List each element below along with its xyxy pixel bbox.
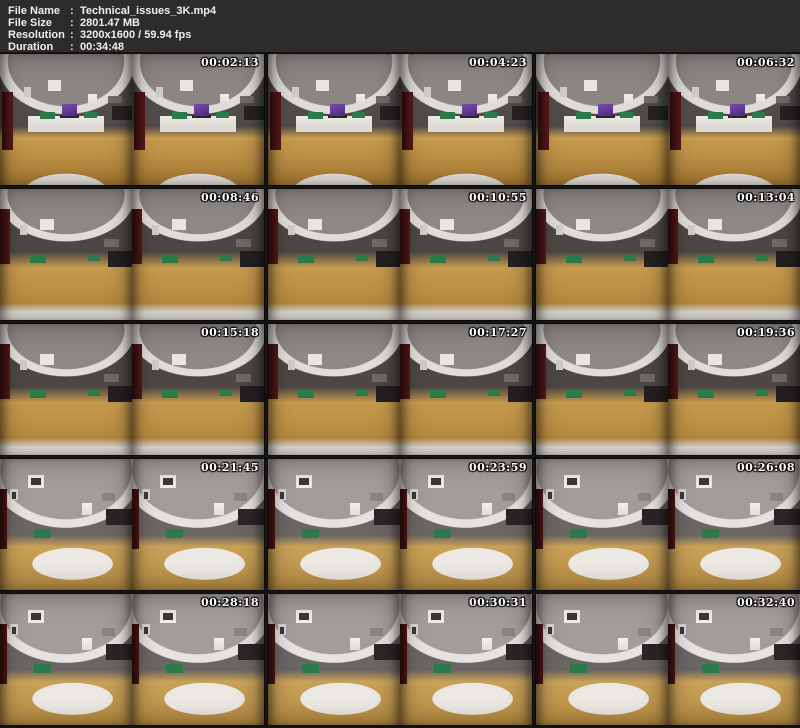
metadata-header: File Name:Technical_issues_3K.mp4 File S… (0, 0, 800, 52)
file-name-label: File Name (8, 5, 70, 17)
video-thumbnail-11: 00:23:59 (268, 459, 532, 590)
file-size-label: File Size (8, 17, 70, 29)
timestamp-overlay: 00:19:36 (737, 326, 795, 339)
stereo-eye-left (536, 594, 668, 725)
stereo-eye-right (668, 459, 800, 590)
duration-value: 00:34:48 (80, 41, 124, 53)
video-thumbnail-7: 00:15:18 (0, 324, 264, 455)
video-thumbnail-4: 00:08:46 (0, 189, 264, 320)
stereo-eye-right (668, 189, 800, 320)
timestamp-overlay: 00:13:04 (737, 191, 795, 204)
timestamp-overlay: 00:04:23 (469, 56, 527, 69)
stereo-eye-left (268, 324, 400, 455)
stereo-eye-right (132, 324, 264, 455)
video-thumbnail-10: 00:21:45 (0, 459, 264, 590)
stereo-eye-left (0, 594, 132, 725)
stereo-eye-left (0, 459, 132, 590)
file-size-row: File Size:2801.47 MB (8, 17, 800, 29)
thumbnail-grid: 00:02:13 00:04:23 00:06:32 00:08:46 00:1… (0, 54, 800, 725)
video-thumbnail-9: 00:19:36 (536, 324, 800, 455)
stereo-eye-left (268, 54, 400, 185)
stereo-eye-right (400, 189, 532, 320)
timestamp-overlay: 00:28:18 (201, 596, 259, 609)
stereo-eye-left (536, 54, 668, 185)
stereo-eye-left (0, 54, 132, 185)
timestamp-overlay: 00:08:46 (201, 191, 259, 204)
timestamp-overlay: 00:30:31 (469, 596, 527, 609)
resolution-label: Resolution (8, 29, 70, 41)
video-thumbnail-14: 00:30:31 (268, 594, 532, 725)
video-thumbnail-2: 00:04:23 (268, 54, 532, 185)
stereo-eye-right (132, 189, 264, 320)
file-size-value: 2801.47 MB (80, 17, 140, 29)
stereo-eye-right (132, 459, 264, 590)
file-name-value: Technical_issues_3K.mp4 (80, 5, 216, 17)
stereo-eye-left (536, 324, 668, 455)
timestamp-overlay: 00:26:08 (737, 461, 795, 474)
video-thumbnail-12: 00:26:08 (536, 459, 800, 590)
video-thumbnail-6: 00:13:04 (536, 189, 800, 320)
file-name-row: File Name:Technical_issues_3K.mp4 (8, 5, 800, 17)
stereo-eye-left (0, 189, 132, 320)
stereo-eye-left (268, 459, 400, 590)
stereo-eye-left (536, 189, 668, 320)
stereo-eye-right (400, 324, 532, 455)
separator: : (70, 29, 80, 41)
video-thumbnail-13: 00:28:18 (0, 594, 264, 725)
duration-label: Duration (8, 41, 70, 53)
stereo-eye-right (400, 54, 532, 185)
stereo-eye-right (400, 459, 532, 590)
resolution-row: Resolution:3200x1600 / 59.94 fps (8, 29, 800, 41)
stereo-eye-right (400, 594, 532, 725)
stereo-eye-right (668, 54, 800, 185)
stereo-eye-right (132, 54, 264, 185)
video-thumbnail-3: 00:06:32 (536, 54, 800, 185)
stereo-eye-left (536, 459, 668, 590)
stereo-eye-right (668, 594, 800, 725)
timestamp-overlay: 00:15:18 (201, 326, 259, 339)
resolution-value: 3200x1600 / 59.94 fps (80, 29, 191, 41)
timestamp-overlay: 00:06:32 (737, 56, 795, 69)
video-thumbnail-5: 00:10:55 (268, 189, 532, 320)
stereo-eye-left (268, 189, 400, 320)
separator: : (70, 5, 80, 17)
video-thumbnail-15: 00:32:40 (536, 594, 800, 725)
video-thumbnail-8: 00:17:27 (268, 324, 532, 455)
timestamp-overlay: 00:10:55 (469, 191, 527, 204)
timestamp-overlay: 00:23:59 (469, 461, 527, 474)
stereo-eye-left (268, 594, 400, 725)
stereo-eye-right (132, 594, 264, 725)
stereo-eye-left (0, 324, 132, 455)
video-thumbnail-1: 00:02:13 (0, 54, 264, 185)
timestamp-overlay: 00:21:45 (201, 461, 259, 474)
separator: : (70, 41, 80, 53)
duration-row: Duration:00:34:48 (8, 41, 800, 53)
separator: : (70, 17, 80, 29)
stereo-eye-right (668, 324, 800, 455)
timestamp-overlay: 00:32:40 (737, 596, 795, 609)
timestamp-overlay: 00:02:13 (201, 56, 259, 69)
timestamp-overlay: 00:17:27 (469, 326, 527, 339)
